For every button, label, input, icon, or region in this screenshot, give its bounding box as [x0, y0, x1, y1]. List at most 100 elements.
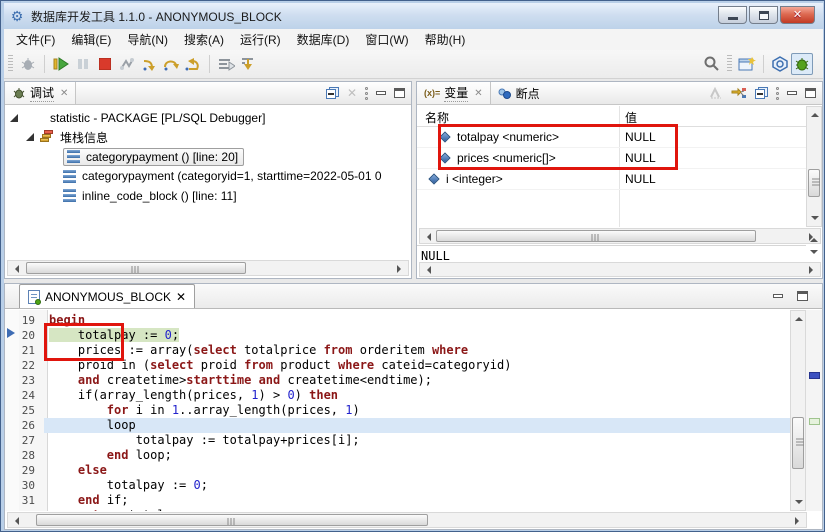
collapse-all-icon[interactable] [325, 87, 339, 99]
close-icon[interactable]: ✕ [176, 290, 186, 304]
toolbar-drag-handle[interactable] [727, 55, 732, 73]
menu-item[interactable]: 数据库(D) [289, 29, 358, 50]
scrollbar-thumb[interactable] [36, 514, 428, 526]
scroll-down-arrow[interactable] [810, 250, 818, 258]
scroll-up-arrow[interactable] [811, 109, 819, 117]
code-line[interactable]: 32 return totalpay; [5, 508, 822, 511]
debug-hscrollbar[interactable] [7, 260, 409, 276]
tree-item[interactable]: categorypayment (categoryid=1, starttime… [63, 167, 382, 186]
code-line[interactable]: 25 for i in 1..array_length(prices, 1) [5, 403, 822, 418]
show-type-names-icon[interactable] [709, 87, 723, 99]
variable-detail-pane[interactable]: NULL [417, 245, 806, 263]
menu-item[interactable]: 编辑(E) [63, 29, 119, 50]
tab-debug[interactable]: 调试 ✕ [5, 82, 77, 104]
scroll-right-arrow[interactable] [809, 266, 817, 274]
code-line[interactable]: 20 totalpay := 0; [5, 328, 822, 343]
menu-item[interactable]: 帮助(H) [417, 29, 474, 50]
tree-expand-arrow[interactable] [10, 113, 18, 122]
pause-icon[interactable] [72, 53, 94, 75]
title-bar[interactable]: ⚙ 数据库开发工具 1.1.0 - ANONYMOUS_BLOCK ✕ [4, 3, 823, 29]
tab-anonymous-block[interactable]: ANONYMOUS_BLOCK ✕ [19, 284, 196, 308]
debug-bug-icon[interactable] [17, 53, 39, 75]
menu-item[interactable]: 窗口(W) [357, 29, 416, 50]
menu-item[interactable]: 导航(N) [119, 29, 176, 50]
overview-breakpoint-marker[interactable] [809, 372, 820, 379]
toolbar-drag-handle[interactable] [8, 55, 13, 73]
code-editor[interactable]: 19 begin 20 totalpay := 0; 21 prices := arr… [5, 310, 822, 511]
code-line[interactable]: 26 loop [5, 418, 822, 433]
scrollbar-thumb[interactable] [26, 262, 246, 274]
use-step-filters-icon[interactable] [215, 53, 237, 75]
code-line[interactable]: 27 totalpay := totalpay+prices[i]; [5, 433, 822, 448]
code-line[interactable]: 23 and createtime>starttime and createti… [5, 373, 822, 388]
editor-hscrollbar[interactable] [7, 512, 807, 528]
show-logical-structure-icon[interactable] [731, 87, 747, 99]
tree-expand-arrow[interactable] [26, 133, 34, 141]
maximize-view-icon[interactable] [805, 88, 816, 98]
scroll-right-arrow[interactable] [795, 517, 803, 525]
view-menu-icon[interactable] [776, 86, 779, 100]
minimize-view-icon[interactable] [787, 91, 797, 95]
code-line[interactable]: 22 proid in (select proid from product w… [5, 358, 822, 373]
remove-all-terminated-icon[interactable]: ✕ [347, 86, 357, 100]
menu-item[interactable]: 搜索(A) [176, 29, 232, 50]
code-line[interactable]: 31 end if; [5, 493, 822, 508]
code-line[interactable]: 30 totalpay := 0; [5, 478, 822, 493]
code-line[interactable]: 21 prices := array(select totalprice fro… [5, 343, 822, 358]
scroll-left-arrow[interactable] [423, 233, 431, 241]
scrollbar-thumb[interactable] [792, 417, 804, 469]
step-over-icon[interactable] [160, 53, 182, 75]
terminate-icon[interactable] [94, 53, 116, 75]
tree-item[interactable]: inline_code_block () [line: 11] [63, 186, 237, 205]
overview-current-line-marker[interactable] [809, 418, 820, 425]
minimize-view-icon[interactable] [376, 91, 386, 95]
variable-row[interactable]: i <integer> NULL [417, 169, 806, 190]
tab-breakpoints[interactable]: 断点 [491, 82, 547, 104]
search-icon[interactable] [701, 53, 723, 75]
view-menu-icon[interactable] [365, 86, 368, 100]
overview-ruler[interactable] [806, 310, 822, 511]
scroll-up-arrow[interactable] [810, 234, 818, 242]
resume-icon[interactable] [50, 53, 72, 75]
scroll-left-arrow[interactable] [11, 265, 19, 273]
close-icon[interactable]: ✕ [60, 88, 68, 99]
minimize-button[interactable] [718, 6, 747, 24]
maximize-view-icon[interactable] [394, 88, 405, 98]
detail-hscrollbar[interactable] [419, 262, 821, 277]
menu-item[interactable]: 文件(F) [8, 29, 63, 50]
close-icon[interactable]: ✕ [474, 88, 482, 99]
sql-perspective-icon[interactable] [769, 53, 791, 75]
code-line[interactable]: 19 begin [5, 313, 822, 328]
step-into-icon[interactable] [138, 53, 160, 75]
maximize-button[interactable] [749, 6, 778, 24]
code-line[interactable]: 28 end loop; [5, 448, 822, 463]
code-line[interactable]: 29 else [5, 463, 822, 478]
open-perspective-icon[interactable] [736, 53, 758, 75]
scroll-up-arrow[interactable] [795, 313, 803, 321]
tab-variables[interactable]: (x)= 变量 ✕ [417, 82, 491, 104]
step-return-icon[interactable] [182, 53, 204, 75]
scroll-down-arrow[interactable] [811, 216, 819, 224]
editor-vscrollbar[interactable] [790, 310, 806, 511]
code-line[interactable]: 24 if(array_length(prices, 1) > 0) then [5, 388, 822, 403]
tree-item[interactable]: categorypayment () [line: 20] [63, 147, 245, 166]
disconnect-icon[interactable] [116, 53, 138, 75]
scroll-right-arrow[interactable] [397, 265, 405, 273]
collapse-all-icon[interactable] [755, 87, 768, 99]
scrollbar-thumb[interactable] [436, 230, 756, 242]
menu-item[interactable]: 运行(R) [232, 29, 289, 50]
scrollbar-thumb[interactable] [808, 169, 820, 197]
close-button[interactable]: ✕ [780, 6, 815, 24]
scroll-left-arrow[interactable] [11, 517, 19, 525]
variables-vscrollbar[interactable] [806, 106, 822, 227]
debug-perspective-icon[interactable] [791, 53, 813, 75]
tree-item[interactable]: 堆栈信息 [26, 128, 108, 147]
drop-to-frame-icon[interactable] [237, 53, 259, 75]
scroll-down-arrow[interactable] [795, 500, 803, 508]
tree-item[interactable]: statistic - PACKAGE [PL/SQL Debugger] [10, 108, 265, 127]
scroll-left-arrow[interactable] [423, 266, 431, 274]
variables-hscrollbar[interactable] [419, 228, 821, 244]
maximize-view-icon[interactable] [797, 291, 808, 301]
detail-vscrollbar[interactable] [806, 228, 822, 262]
minimize-view-icon[interactable] [773, 294, 783, 298]
